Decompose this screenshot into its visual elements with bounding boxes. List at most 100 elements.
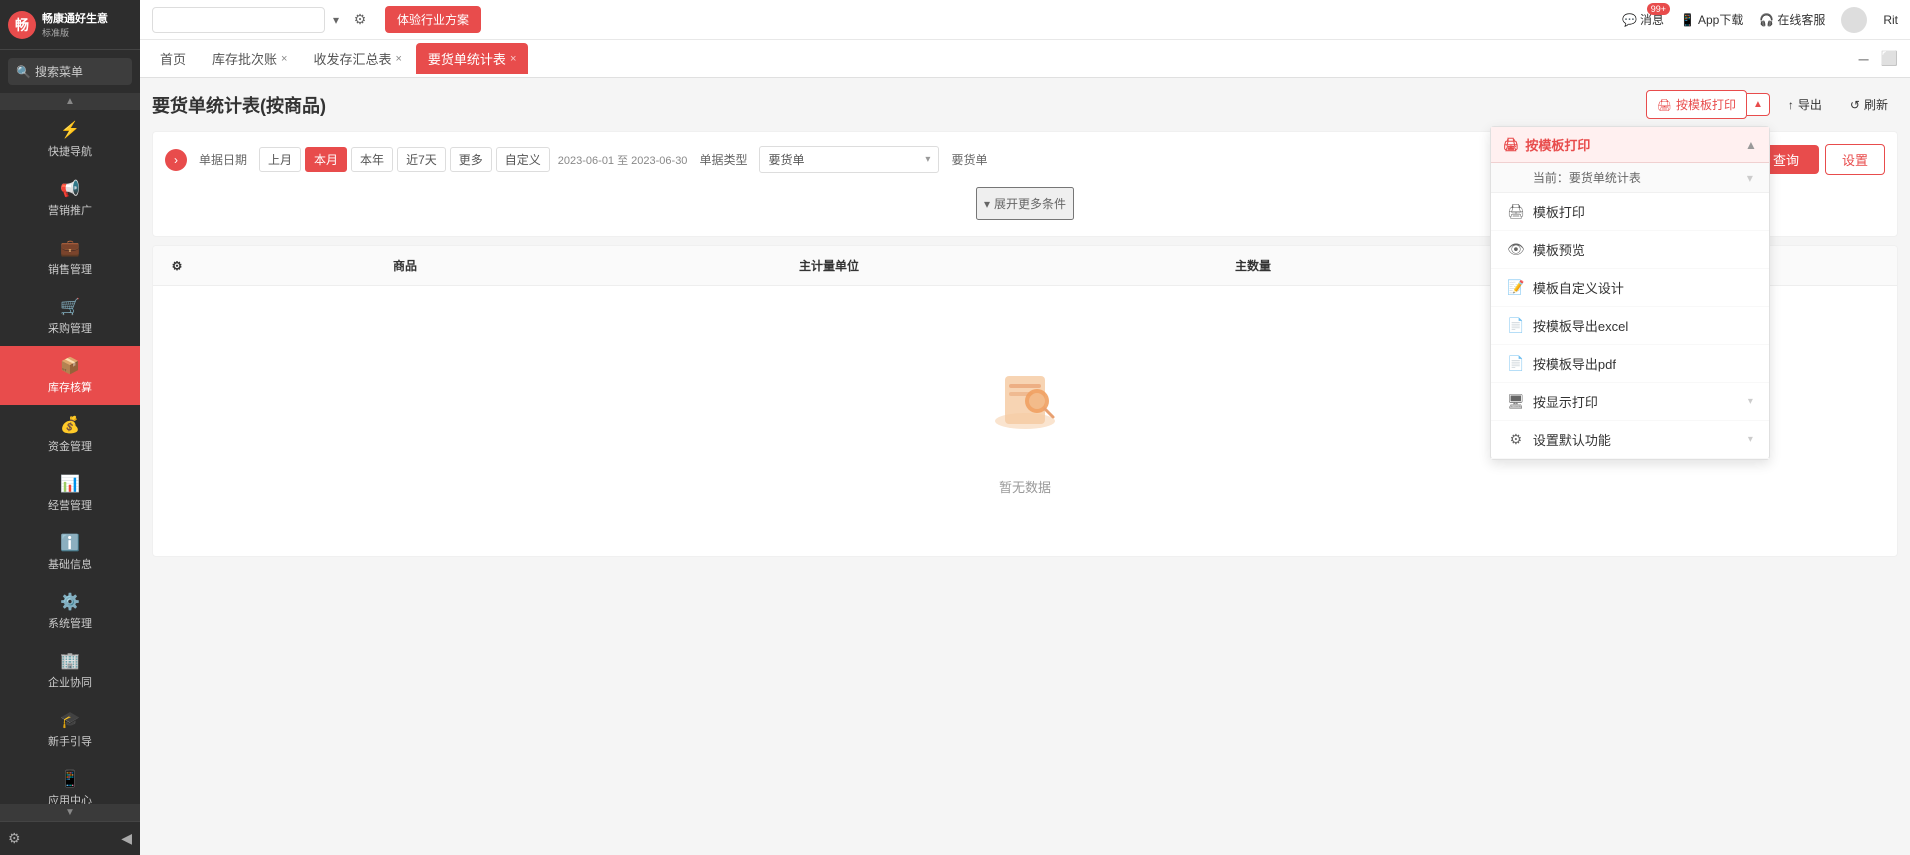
type-filter-label: 单据类型 bbox=[699, 151, 747, 168]
dropdown-close-button[interactable]: ▲ bbox=[1745, 138, 1757, 152]
date-btn-this-year[interactable]: 本年 bbox=[351, 147, 393, 172]
topbar-online-service[interactable]: 🎧 在线客服 bbox=[1759, 11, 1825, 28]
tab-close-receipt-summary[interactable]: × bbox=[395, 53, 401, 65]
tab-receipt-summary[interactable]: 收发存汇总表 × bbox=[301, 43, 413, 74]
empty-text: 暂无数据 bbox=[999, 477, 1051, 496]
sidebar-item-purchase[interactable]: 🛒 采购管理 bbox=[0, 287, 140, 346]
page-content: 要货单统计表(按商品) 🖨 按模板打印 ▲ 🖨 按模板打印 bbox=[140, 78, 1910, 855]
service-icon: 🎧 bbox=[1759, 13, 1774, 27]
dropdown-item-template-preview[interactable]: 👁 模板预览 bbox=[1491, 231, 1769, 269]
template-print-icon: 🖨 bbox=[1507, 203, 1525, 220]
dropdown-item-set-default[interactable]: ⚙ 设置默认功能 ▾ bbox=[1491, 421, 1769, 459]
basic-info-icon: ℹ️ bbox=[60, 533, 80, 553]
tab-inventory-batch[interactable]: 库存批次账 × bbox=[200, 43, 299, 74]
sidebar-item-sales[interactable]: 💼 销售管理 bbox=[0, 228, 140, 287]
tab-home[interactable]: 首页 bbox=[148, 43, 198, 74]
dropdown-title: 🖨 按模板打印 bbox=[1503, 135, 1591, 154]
topbar-message[interactable]: 💬 消息 99+ bbox=[1622, 11, 1664, 28]
th-settings[interactable]: ⚙ bbox=[161, 259, 193, 273]
app-icon: 📱 bbox=[1680, 13, 1695, 27]
type-select[interactable]: 要货单 ▾ bbox=[759, 146, 939, 173]
purchase-icon: 🛒 bbox=[60, 297, 80, 317]
filter-expand-button[interactable]: › bbox=[165, 149, 187, 171]
dropdown-item-display-print[interactable]: 🖥 按显示打印 ▾ bbox=[1491, 383, 1769, 421]
dropdown-panel-header: 🖨 按模板打印 ▲ bbox=[1491, 127, 1769, 163]
sidebar-item-app-center[interactable]: 📱 应用中心 bbox=[0, 759, 140, 804]
message-badge: 99+ bbox=[1647, 3, 1670, 15]
logo-icon: 畅 bbox=[8, 11, 36, 39]
template-custom-icon: 📝 bbox=[1507, 279, 1525, 296]
sidebar: 畅 畅康通好生意 标准版 🔍 搜索菜单 ▲ ⚡ 快捷导航 📢 营销推广 💼 销售… bbox=[0, 0, 140, 855]
setting-button[interactable]: 设置 bbox=[1825, 144, 1885, 175]
system-icon: ⚙️ bbox=[60, 592, 80, 612]
sidebar-item-guide[interactable]: 🎓 新手引导 bbox=[0, 700, 140, 759]
topbar-app-download[interactable]: 📱 App下载 bbox=[1680, 11, 1743, 28]
dropdown-item-export-pdf[interactable]: 📄 按模板导出pdf bbox=[1491, 345, 1769, 383]
topbar-gear-button[interactable]: ⚙ bbox=[347, 7, 373, 33]
inventory-icon: 📦 bbox=[60, 356, 80, 376]
sidebar-item-quick-nav[interactable]: ⚡ 快捷导航 bbox=[0, 110, 140, 169]
column-settings-icon[interactable]: ⚙ bbox=[172, 259, 183, 273]
sidebar-nav: ⚡ 快捷导航 📢 营销推广 💼 销售管理 🛒 采购管理 📦 库存核算 💰 资金管… bbox=[0, 110, 140, 804]
sidebar-item-basic-info[interactable]: ℹ️ 基础信息 bbox=[0, 523, 140, 582]
page-title: 要货单统计表(按商品) bbox=[152, 92, 326, 118]
date-range-display: 2023-06-01 至 2023-06-30 bbox=[558, 152, 688, 168]
tabbar-maximize-button[interactable]: ⬜ bbox=[1877, 46, 1902, 71]
print-dropdown-arrow[interactable]: ▲ bbox=[1747, 93, 1770, 116]
trial-btn[interactable]: 体验行业方案 bbox=[385, 6, 481, 33]
main-area: ▾ ⚙ 体验行业方案 💬 消息 99+ 📱 App下载 🎧 在线客服 Rit 首… bbox=[140, 0, 1910, 855]
sidebar-item-system[interactable]: ⚙️ 系统管理 bbox=[0, 582, 140, 641]
date-btn-this-month[interactable]: 本月 bbox=[305, 147, 347, 172]
topbar: ▾ ⚙ 体验行业方案 💬 消息 99+ 📱 App下载 🎧 在线客服 Rit bbox=[140, 0, 1910, 40]
sidebar-scroll-down[interactable]: ▼ bbox=[0, 804, 140, 821]
message-icon: 💬 bbox=[1622, 13, 1637, 27]
date-btn-more[interactable]: 更多 bbox=[450, 147, 492, 172]
dropdown-item-template-custom[interactable]: 📝 模板自定义设计 bbox=[1491, 269, 1769, 307]
tab-order-stats[interactable]: 要货单统计表 × bbox=[416, 43, 528, 74]
dropdown-item-export-excel[interactable]: 📄 按模板导出excel bbox=[1491, 307, 1769, 345]
export-button[interactable]: ↑ 导出 bbox=[1778, 91, 1832, 118]
set-default-arrow: ▾ bbox=[1748, 434, 1753, 445]
date-btn-last-7-days[interactable]: 近7天 bbox=[397, 147, 446, 172]
collapse-sidebar-button[interactable]: ◀ bbox=[121, 830, 132, 847]
topbar-username[interactable]: Rit bbox=[1883, 13, 1898, 27]
topbar-avatar[interactable] bbox=[1841, 7, 1867, 33]
search-icon: 🔍 bbox=[16, 65, 31, 79]
sidebar-item-operations[interactable]: 📊 经营管理 bbox=[0, 464, 140, 523]
expand-more-button[interactable]: ▾ 展开更多条件 bbox=[976, 187, 1074, 220]
current-template-arrow: ▾ bbox=[1747, 171, 1753, 185]
tab-close-inventory-batch[interactable]: × bbox=[281, 53, 287, 65]
tabbar-minimize-button[interactable]: ─ bbox=[1855, 47, 1873, 71]
date-btn-last-month[interactable]: 上月 bbox=[259, 147, 301, 172]
page-header: 要货单统计表(按商品) 🖨 按模板打印 ▲ 🖨 按模板打印 bbox=[152, 90, 1898, 119]
topbar-search-input[interactable] bbox=[152, 7, 325, 33]
dropdown-item-template-print[interactable]: 🖨 模板打印 bbox=[1491, 193, 1769, 231]
sidebar-item-enterprise[interactable]: 🏢 企业协同 bbox=[0, 641, 140, 700]
export-pdf-icon: 📄 bbox=[1507, 355, 1525, 372]
date-btn-custom[interactable]: 自定义 bbox=[496, 147, 550, 172]
topbar-dropdown-button[interactable]: ▾ bbox=[333, 7, 339, 33]
tab-close-order-stats[interactable]: × bbox=[510, 53, 516, 65]
tabbar-actions: ─ ⬜ bbox=[1855, 46, 1902, 71]
sidebar-item-finance[interactable]: 💰 资金管理 bbox=[0, 405, 140, 464]
enterprise-icon: 🏢 bbox=[60, 651, 80, 671]
set-default-icon: ⚙ bbox=[1507, 431, 1525, 448]
sidebar-scroll-up[interactable]: ▲ bbox=[0, 93, 140, 110]
quick-nav-icon: ⚡ bbox=[60, 120, 80, 140]
display-print-icon: 🖥 bbox=[1507, 393, 1525, 410]
settings-footer-button[interactable]: ⚙ bbox=[8, 830, 21, 847]
print-template-button[interactable]: 🖨 按模板打印 bbox=[1646, 90, 1747, 119]
finance-icon: 💰 bbox=[60, 415, 80, 435]
refresh-button[interactable]: ↺ 刷新 bbox=[1840, 91, 1898, 118]
refresh-icon: ↺ bbox=[1850, 98, 1860, 112]
print-panel-icon: 🖨 bbox=[1503, 137, 1520, 153]
sidebar-item-marketing[interactable]: 📢 营销推广 bbox=[0, 169, 140, 228]
sidebar-item-inventory[interactable]: 📦 库存核算 bbox=[0, 346, 140, 405]
expand-down-icon: ▾ bbox=[984, 197, 990, 211]
search-menu-button[interactable]: 🔍 搜索菜单 bbox=[8, 58, 132, 85]
current-template-item[interactable]: 当前：要货单统计表 ▾ bbox=[1491, 163, 1769, 193]
th-unit: 主计量单位 bbox=[617, 257, 1041, 274]
goods-filter-label: 要货单 bbox=[951, 151, 987, 168]
marketing-icon: 📢 bbox=[60, 179, 80, 199]
template-preview-icon: 👁 bbox=[1507, 241, 1525, 258]
